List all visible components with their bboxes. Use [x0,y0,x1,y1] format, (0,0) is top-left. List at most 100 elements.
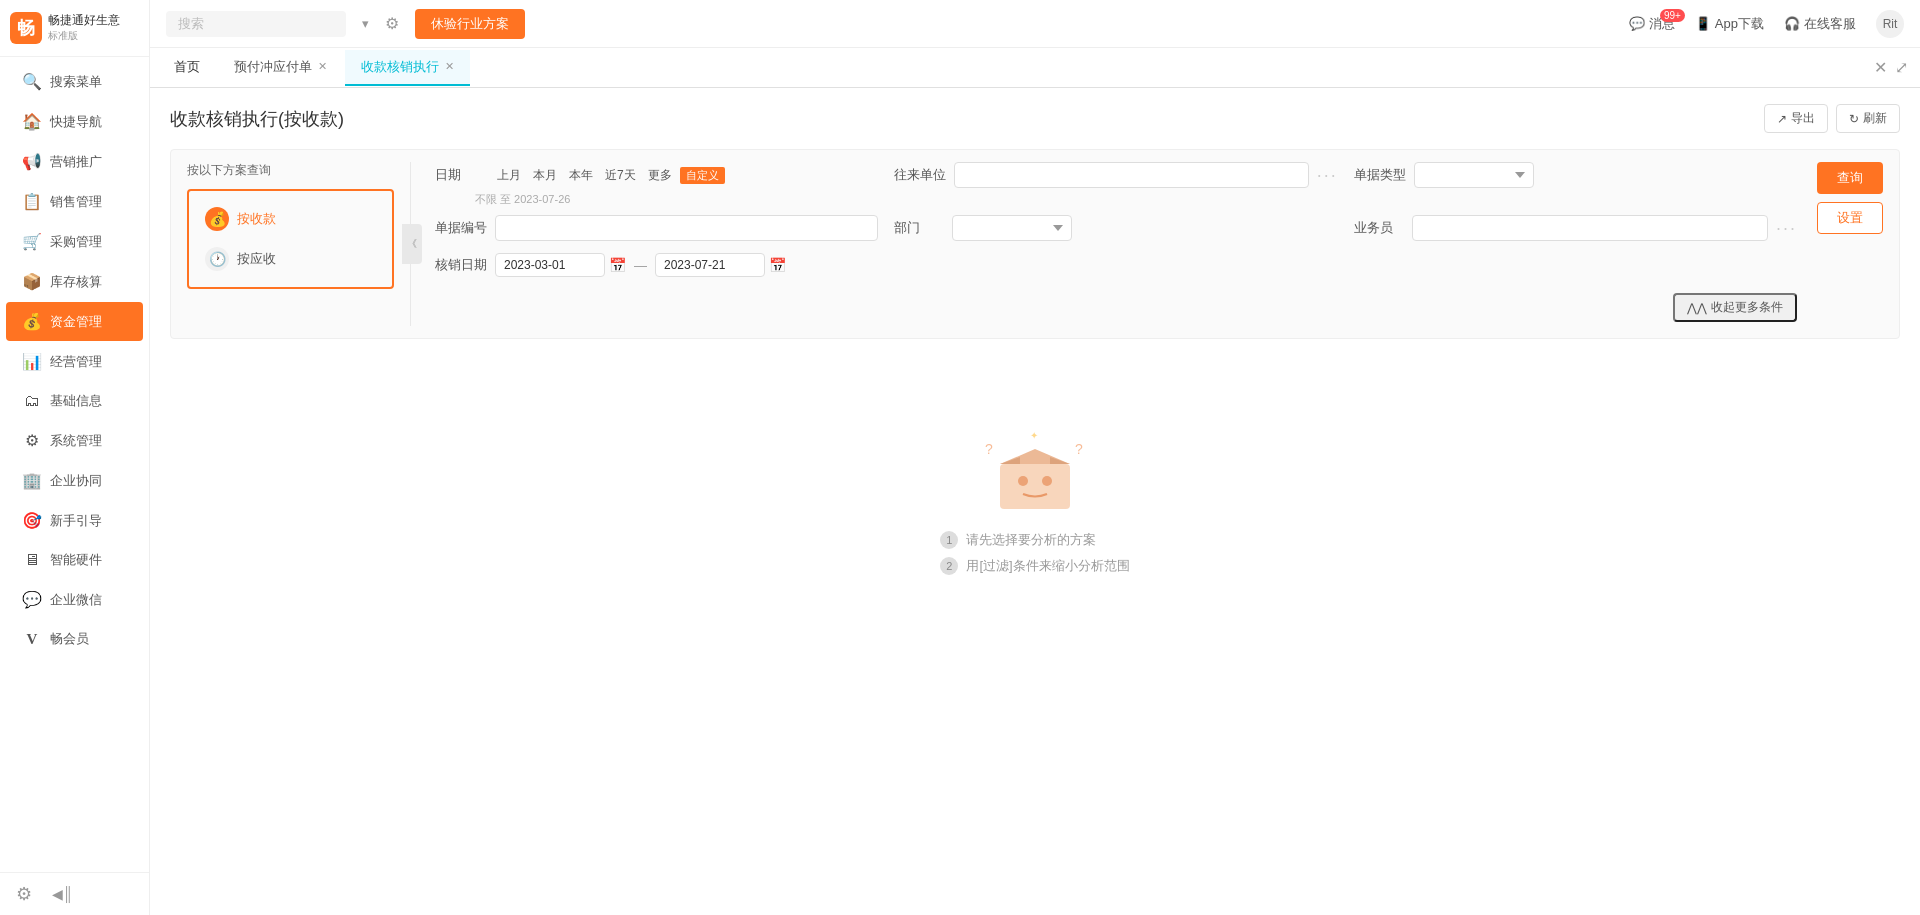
calendar-end-icon[interactable]: 📅 [769,257,786,273]
logo: 畅 畅捷通好生意 标准版 [0,0,149,57]
sidebar-item-purchase[interactable]: 🛒 采购管理 [6,222,143,261]
sidebar-item-operation[interactable]: 📊 经营管理 [6,342,143,381]
sidebar-item-label: 企业协同 [50,472,102,490]
sidebar-item-hardware[interactable]: 🖥 智能硬件 [6,541,143,579]
app-download-btn[interactable]: 📱 App下载 [1695,15,1764,33]
filter-options-panel: 💰 按收款 🕐 按应收 [187,189,394,289]
doctype-select[interactable] [1414,162,1534,188]
custom-date-badge: 自定义 [680,167,725,184]
tab-home[interactable]: 首页 [158,50,216,86]
export-button[interactable]: ↗ 导出 [1764,104,1828,133]
sidebar-item-member[interactable]: V 畅会员 [6,620,143,658]
filter-panel-title: 按以下方案查询 [187,162,394,179]
filter-option-by-receivable[interactable]: 🕐 按应收 [189,239,392,279]
gear-icon[interactable]: ⚙ [385,14,399,33]
partner-input[interactable] [954,162,1308,188]
user-label: Rit [1883,17,1898,31]
filter-writeoff-date-group: 核销日期 📅 — 📅 [435,253,1797,277]
svg-text:?: ? [985,441,993,457]
last-7days-btn[interactable]: 近7天 [601,165,640,186]
docno-input[interactable] [495,215,878,241]
close-tab-icon[interactable]: ✕ [1874,58,1887,77]
settings-icon[interactable]: ⚙ [16,883,32,905]
setting-button[interactable]: 设置 [1817,202,1883,234]
member-nav-icon: V [22,631,42,648]
date-label: 日期 [435,166,485,184]
tab-prepay[interactable]: 预付冲应付单 ✕ [218,50,343,86]
sidebar-item-label: 销售管理 [50,193,102,211]
filter-option-receipt-label: 按收款 [237,210,276,228]
sidebar-item-wechat[interactable]: 💬 企业微信 [6,580,143,619]
sidebar-item-label: 基础信息 [50,392,102,410]
filter-option-by-receipt[interactable]: 💰 按收款 [189,199,392,239]
calendar-start-icon[interactable]: 📅 [609,257,626,273]
tab-receipt-writeoff-close-icon[interactable]: ✕ [445,60,454,73]
filter-row-2: 单据编号 部门 业务员 ··· [435,215,1797,241]
sidebar-item-inventory[interactable]: 📦 库存核算 [6,262,143,301]
collapse-panel-btn[interactable]: 《 [402,224,422,264]
tab-prepay-label: 预付冲应付单 [234,58,312,76]
writeoff-end-input[interactable] [655,253,765,277]
sidebar-bottom: ⚙ ◀║ [0,872,149,915]
more-conditions-row: ⋀⋀ 收起更多条件 [435,289,1797,326]
sidebar-item-basic[interactable]: 🗂 基础信息 [6,382,143,420]
staff-input[interactable] [1412,215,1768,241]
chevron-down-icon[interactable]: ▾ [362,16,369,31]
sidebar-item-enterprise[interactable]: 🏢 企业协同 [6,461,143,500]
more-date-btn[interactable]: 更多 [644,165,676,186]
tab-receipt-writeoff-label: 收款核销执行 [361,58,439,76]
header-actions: ↗ 导出 ↻ 刷新 [1764,104,1900,133]
this-month-btn[interactable]: 本月 [529,165,561,186]
sidebar-item-sales[interactable]: 📋 销售管理 [6,182,143,221]
online-service-btn[interactable]: 🎧 在线客服 [1784,15,1856,33]
message-btn[interactable]: 💬 消息 99+ [1629,15,1675,33]
date-range-hint: 不限 至 2023-07-26 [475,192,1797,207]
user-avatar[interactable]: Rit [1876,10,1904,38]
page-title: 收款核销执行(按收款) [170,107,344,131]
date-shortcuts: 上月 本月 本年 近7天 更多 自定义 [493,165,725,186]
writeoff-start-input[interactable] [495,253,605,277]
tip-num-2: 2 [940,557,958,575]
this-year-btn[interactable]: 本年 [565,165,597,186]
expand-tab-icon[interactable]: ⤢ [1895,58,1908,77]
topbar-right: 💬 消息 99+ 📱 App下载 🎧 在线客服 Rit [1629,10,1904,38]
sidebar-item-label: 经营管理 [50,353,102,371]
refresh-label: 刷新 [1863,110,1887,127]
service-label: 在线客服 [1804,15,1856,33]
export-label: 导出 [1791,110,1815,127]
page-inner: 收款核销执行(按收款) ↗ 导出 ↻ 刷新 按以下方案查询 [150,88,1920,915]
filter-doctype-group: 单据类型 ··· [1354,162,1797,188]
filter-dept-group: 部门 [894,215,1337,241]
sidebar-item-quick-nav[interactable]: 🏠 快捷导航 [6,102,143,141]
sidebar-item-search[interactable]: 🔍 搜索菜单 [6,62,143,101]
staff-more-icon[interactable]: ··· [1776,218,1797,239]
filter-area: 按以下方案查询 💰 按收款 🕐 按应收 《 [170,149,1900,339]
sidebar-item-guide[interactable]: 🎯 新手引导 [6,501,143,540]
empty-illustration: ? ? ✦ [975,419,1095,519]
last-month-btn[interactable]: 上月 [493,165,525,186]
home-nav-icon: 🏠 [22,112,42,131]
refresh-button[interactable]: ↻ 刷新 [1836,104,1900,133]
sidebar-item-label: 采购管理 [50,233,102,251]
docno-label: 单据编号 [435,219,487,237]
writeoff-start-wrap: 📅 [495,253,626,277]
dept-select[interactable] [952,215,1072,241]
collapse-icon[interactable]: ◀║ [52,886,73,902]
inventory-nav-icon: 📦 [22,272,42,291]
more-conditions-label: 收起更多条件 [1711,299,1783,316]
partner-more-icon[interactable]: ··· [1317,165,1338,186]
tab-receipt-writeoff[interactable]: 收款核销执行 ✕ [345,50,470,86]
staff-label: 业务员 [1354,219,1404,237]
sidebar-item-finance[interactable]: 💰 资金管理 [6,302,143,341]
export-icon: ↗ [1777,112,1787,126]
tab-prepay-close-icon[interactable]: ✕ [318,60,327,73]
industry-btn[interactable]: 休验行业方案 [415,9,525,39]
finance-nav-icon: 💰 [22,312,42,331]
content-area: 收款核销执行(按收款) ↗ 导出 ↻ 刷新 按以下方案查询 [150,88,1920,915]
svg-text:✦: ✦ [1030,430,1038,441]
more-conditions-btn[interactable]: ⋀⋀ 收起更多条件 [1673,293,1797,322]
tip-text-2: 用[过滤]条件来缩小分析范围 [966,557,1129,575]
query-button[interactable]: 查询 [1817,162,1883,194]
sidebar-item-system[interactable]: ⚙ 系统管理 [6,421,143,460]
sidebar-item-marketing[interactable]: 📢 营销推广 [6,142,143,181]
